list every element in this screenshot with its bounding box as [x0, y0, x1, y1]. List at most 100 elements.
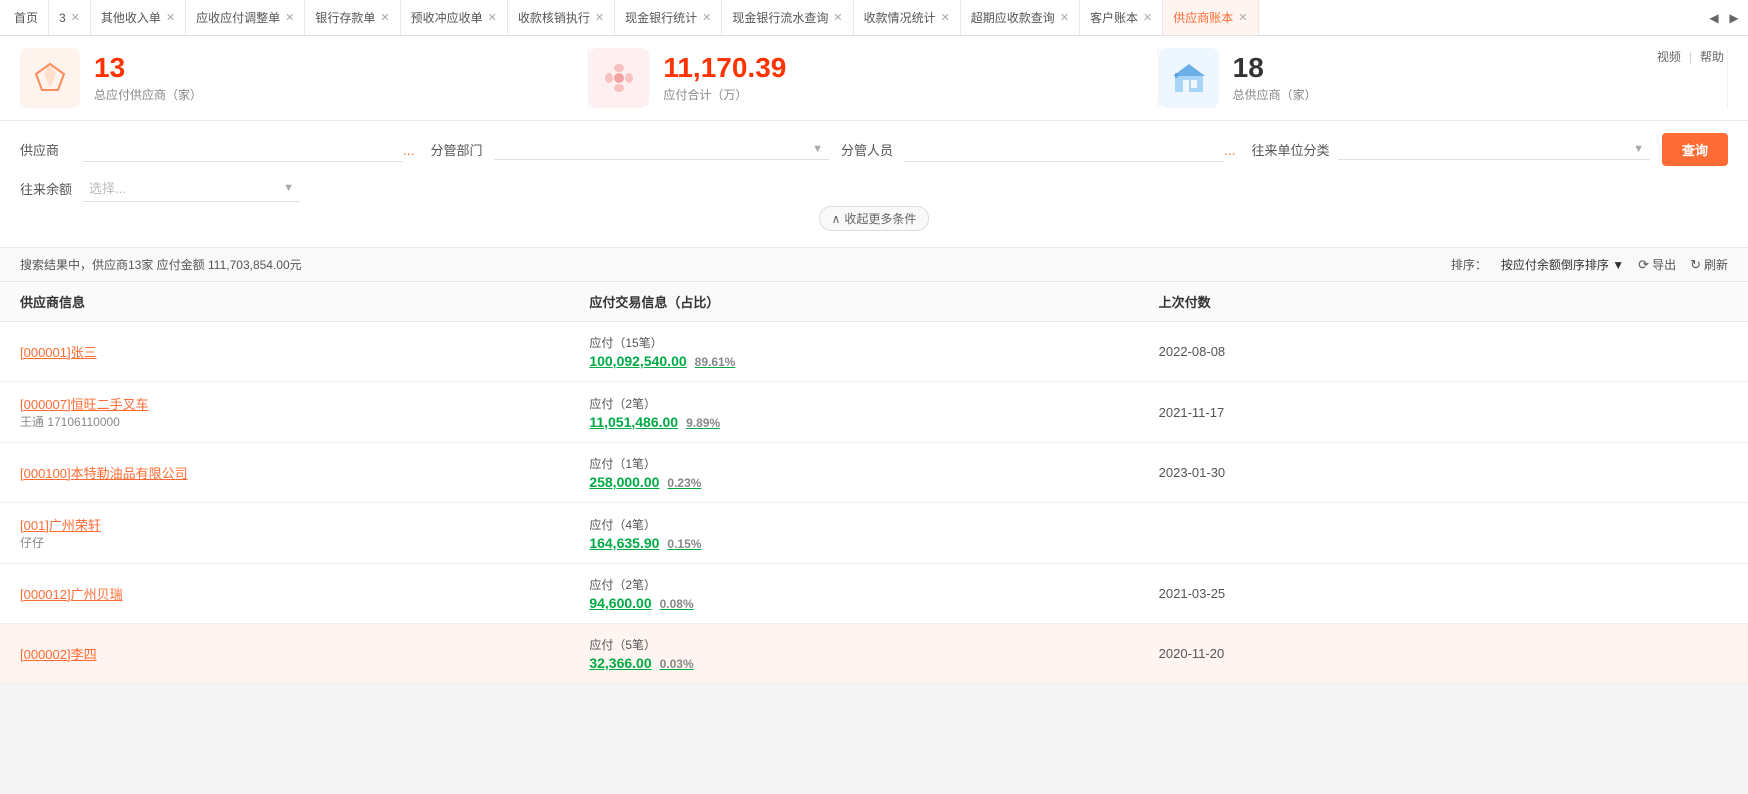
supplier-link-6[interactable]: [000002]李四	[20, 644, 589, 663]
close-icon[interactable]: ✕	[380, 11, 389, 24]
table-row: [000100]本特勒油品有限公司 应付（1笔） 258,000.000.23%…	[0, 443, 1748, 503]
supplier-cell-1: [000001]张三	[20, 342, 589, 361]
tx-amount-6[interactable]: 32,366.000.03%	[589, 655, 1158, 671]
stat-number-total-suppliers: 18	[1233, 53, 1317, 84]
tx-label-5: 应付（2笔）	[589, 578, 656, 592]
tx-percent-1: 89.61%	[695, 355, 736, 369]
close-icon[interactable]: ✕	[941, 11, 950, 24]
nav-tab-cash-bank-query[interactable]: 现金银行流水查询 ✕	[722, 0, 853, 36]
last-payment-cell-3: 2023-01-30	[1159, 465, 1728, 480]
video-link[interactable]: 视频	[1657, 48, 1681, 65]
tx-label-3: 应付（1笔）	[589, 457, 656, 471]
nav-right-arrow-button[interactable]: ▶	[1724, 0, 1744, 36]
close-icon[interactable]: ✕	[285, 11, 294, 24]
category-select[interactable]: ▼	[1338, 139, 1650, 160]
tx-percent-4: 0.15%	[667, 537, 701, 551]
person-input[interactable]	[904, 138, 1224, 162]
stat-number-amount: 11,170.39	[663, 53, 786, 84]
tx-amount-1[interactable]: 100,092,540.0089.61%	[589, 353, 1158, 369]
nav-tab-bank-deposit[interactable]: 银行存款单 ✕	[305, 0, 400, 36]
tx-cell-2: 应付（2笔） 11,051,486.009.89%	[589, 395, 1158, 430]
refresh-icon: ↻	[1690, 257, 1701, 273]
nav-tab-overdue-query[interactable]: 超期应收款查询 ✕	[961, 0, 1080, 36]
filter-balance: 往来余额 选择... ▼	[20, 174, 300, 202]
close-icon[interactable]: ✕	[595, 11, 604, 24]
nav-tab-ap-adjust-label: 应收应付调整单	[196, 9, 280, 26]
supplier-link-5[interactable]: [000012]广州贝瑞	[20, 584, 589, 603]
nav-left-arrow-button[interactable]: ◀	[1704, 0, 1724, 36]
tx-cell-3: 应付（1笔） 258,000.000.23%	[589, 455, 1158, 490]
filter-area: 供应商 ... 分管部门 ▼ 分管人员 ... 往来单位分类 ▼ 查询 往来	[0, 121, 1748, 248]
stat-text-total-suppliers: 18 总供应商（家）	[1233, 53, 1317, 103]
supplier-link-3[interactable]: [000100]本特勒油品有限公司	[20, 463, 589, 482]
tx-amount-5[interactable]: 94,600.000.08%	[589, 595, 1158, 611]
tx-amount-4[interactable]: 164,635.900.15%	[589, 535, 1158, 551]
stat-text-suppliers: 13 总应付供应商（家）	[94, 53, 202, 103]
close-icon[interactable]: ✕	[702, 11, 711, 24]
chevron-down-icon: ▼	[283, 182, 294, 194]
person-ellipsis-button[interactable]: ...	[1224, 142, 1236, 158]
supplier-cell-3: [000100]本特勒油品有限公司	[20, 463, 589, 482]
tx-amount-2[interactable]: 11,051,486.009.89%	[589, 414, 1158, 430]
nav-tab-collection-stat-label: 收款情况统计	[864, 9, 936, 26]
nav-tab-customer-account[interactable]: 客户账本 ✕	[1080, 0, 1163, 36]
supplier-link-1[interactable]: [000001]张三	[20, 342, 589, 361]
collapse-button[interactable]: ∧ 收起更多条件	[819, 206, 930, 231]
supplier-link-2[interactable]: [000007]恒旺二手叉车	[20, 394, 589, 413]
last-payment-date-1: 2022-08-08	[1159, 344, 1226, 359]
person-label: 分管人员	[841, 140, 896, 159]
close-icon[interactable]: ✕	[833, 11, 842, 24]
help-link[interactable]: 帮助	[1700, 48, 1724, 65]
nav-tab-collection-stat[interactable]: 收款情况统计 ✕	[854, 0, 961, 36]
nav-tab-cash-bank-stat[interactable]: 现金银行统计 ✕	[615, 0, 722, 36]
nav-tab-supplier-account[interactable]: 供应商账本 ✕	[1163, 0, 1258, 36]
tx-amount-3[interactable]: 258,000.000.23%	[589, 474, 1158, 490]
nav-tab-other-income[interactable]: 其他收入单 ✕	[91, 0, 186, 36]
nav-tab-home[interactable]: 首页	[4, 0, 49, 36]
header-supplier-info: 供应商信息	[20, 292, 589, 311]
supplier-sub-4: 仔仔	[20, 536, 44, 550]
balance-select-text: 选择...	[89, 178, 283, 197]
close-icon[interactable]: ✕	[1060, 11, 1069, 24]
close-icon[interactable]: ✕	[1143, 11, 1152, 24]
supplier-input[interactable]	[83, 138, 403, 162]
supplier-link-4[interactable]: [001]广州荣轩	[20, 515, 589, 534]
stat-label-total-suppliers: 总供应商（家）	[1233, 86, 1317, 103]
filter-row-2: 往来余额 选择... ▼	[20, 174, 1728, 202]
nav-tab-advance[interactable]: 预收冲应收单 ✕	[401, 0, 508, 36]
nav-tab-3[interactable]: 3 ✕	[49, 0, 91, 36]
close-icon[interactable]: ✕	[1238, 11, 1247, 24]
refresh-label: 刷新	[1704, 256, 1728, 273]
nav-tab-ap-adjust[interactable]: 应收应付调整单 ✕	[186, 0, 305, 36]
stat-number-suppliers: 13	[94, 53, 202, 84]
export-button[interactable]: ⟳ 导出	[1638, 256, 1676, 273]
supplier-cell-2: [000007]恒旺二手叉车 王通 17106110000	[20, 394, 589, 430]
supplier-ellipsis-button[interactable]: ...	[403, 142, 415, 158]
nav-tab-collection-check[interactable]: 收款核销执行 ✕	[508, 0, 615, 36]
stat-text-amount: 11,170.39 应付合计（万）	[663, 53, 786, 103]
filter-category: 往来单位分类 ▼	[1252, 139, 1651, 160]
close-icon[interactable]: ✕	[166, 11, 175, 24]
close-icon[interactable]: ✕	[71, 11, 80, 24]
nav-arrows: ◀ ▶	[1704, 0, 1744, 36]
query-button[interactable]: 查询	[1662, 133, 1728, 166]
department-select[interactable]: ▼	[494, 139, 830, 160]
last-payment-cell-1: 2022-08-08	[1159, 344, 1728, 359]
supplier-cell-6: [000002]李四	[20, 644, 589, 663]
collapse-label: 收起更多条件	[844, 210, 916, 227]
last-payment-date-3: 2023-01-30	[1159, 465, 1226, 480]
sort-select[interactable]: 按应付余额倒序排序 ▼	[1501, 256, 1624, 273]
refresh-button[interactable]: ↻ 刷新	[1690, 256, 1728, 273]
last-payment-cell-5: 2021-03-25	[1159, 586, 1728, 601]
tx-percent-5: 0.08%	[660, 597, 694, 611]
tx-cell-4: 应付（4笔） 164,635.900.15%	[589, 516, 1158, 551]
nav-tab-home-label: 首页	[14, 9, 38, 26]
collapse-bar: ∧ 收起更多条件	[20, 202, 1728, 235]
filter-department: 分管部门 ▼	[431, 139, 830, 160]
balance-select[interactable]: 选择... ▼	[83, 174, 300, 202]
export-label: 导出	[1652, 256, 1676, 273]
export-icon: ⟳	[1638, 257, 1649, 273]
header-top-right: 视频 | 帮助	[1653, 48, 1728, 65]
supplier-cell-4: [001]广州荣轩 仔仔	[20, 515, 589, 551]
close-icon[interactable]: ✕	[488, 11, 497, 24]
